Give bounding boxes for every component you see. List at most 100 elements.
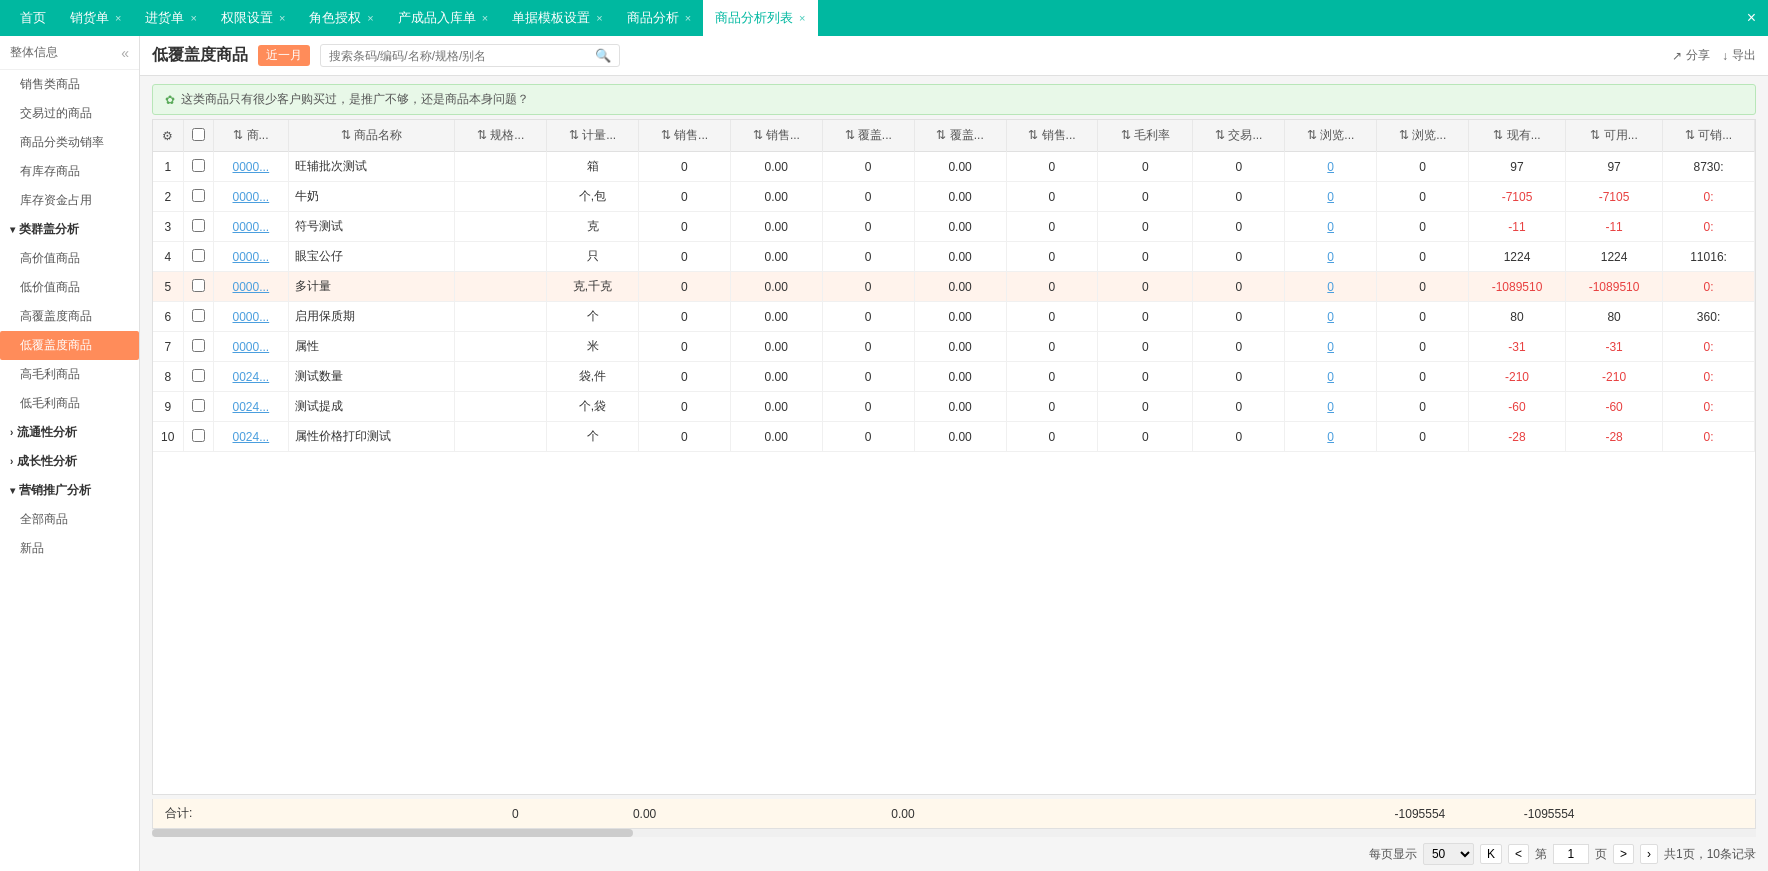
row-checkbox[interactable] [192,159,205,172]
nav-tab-production[interactable]: 产成品入库单 × [386,0,500,36]
row-browse1[interactable]: 0 [1285,302,1377,332]
row-check[interactable] [183,392,213,422]
row-checkbox[interactable] [192,339,205,352]
sort-icon[interactable]: ⇅ [233,128,243,142]
row-browse1[interactable]: 0 [1285,182,1377,212]
row-checkbox[interactable] [192,249,205,262]
nav-tab-home[interactable]: 首页 [8,0,58,36]
time-filter-button[interactable]: 近一月 [258,45,310,66]
sidebar-item-low-margin[interactable]: 低毛利商品 [0,389,139,418]
sort-icon[interactable]: ⇅ [1493,128,1503,142]
sort-icon[interactable]: ⇅ [1590,128,1600,142]
prev-page-button[interactable]: < [1508,844,1529,864]
nav-tab-permission[interactable]: 权限设置 × [209,0,297,36]
close-icon[interactable]: × [190,12,196,24]
sidebar-section-flow[interactable]: › 流通性分析 [0,418,139,447]
row-checkbox[interactable] [192,279,205,292]
search-input[interactable] [329,49,595,63]
sidebar-item-category-sales-rate[interactable]: 商品分类动销率 [0,128,139,157]
sidebar-item-all-goods[interactable]: 全部商品 [0,505,139,534]
row-checkbox[interactable] [192,309,205,322]
row-check[interactable] [183,272,213,302]
nav-tab-analysis-list[interactable]: 商品分析列表 × [703,0,817,36]
nav-tab-sales[interactable]: 销货单 × [58,0,133,36]
sort-icon[interactable]: ⇅ [1399,128,1409,142]
row-checkbox[interactable] [192,399,205,412]
sort-icon[interactable]: ⇅ [845,128,855,142]
horizontal-scrollbar[interactable] [152,829,1756,837]
window-close-button[interactable]: × [1743,5,1760,31]
per-page-select[interactable]: 50 100 200 [1423,843,1474,865]
nav-tab-analysis[interactable]: 商品分析 × [615,0,703,36]
close-icon[interactable]: × [367,12,373,24]
row-check[interactable] [183,422,213,452]
row-checkbox[interactable] [192,189,205,202]
row-check[interactable] [183,212,213,242]
sidebar-section-marketing[interactable]: ▾ 营销推广分析 [0,476,139,505]
sidebar-header[interactable]: 整体信息 « [0,36,139,70]
row-browse1[interactable]: 0 [1285,152,1377,182]
row-check[interactable] [183,362,213,392]
nav-tab-role[interactable]: 角色授权 × [297,0,385,36]
sort-icon[interactable]: ⇅ [341,128,351,142]
share-button[interactable]: ↗ 分享 [1672,47,1710,64]
sidebar-item-high-value[interactable]: 高价值商品 [0,244,139,273]
sidebar-item-low-value[interactable]: 低价值商品 [0,273,139,302]
search-icon[interactable]: 🔍 [595,48,611,63]
sort-icon[interactable]: ⇅ [1028,128,1038,142]
export-button[interactable]: ↓ 导出 [1722,47,1756,64]
row-browse1[interactable]: 0 [1285,212,1377,242]
page-number-input[interactable] [1553,844,1589,864]
row-browse1[interactable]: 0 [1285,272,1377,302]
row-check[interactable] [183,152,213,182]
sort-icon[interactable]: ⇅ [569,128,579,142]
close-icon[interactable]: × [482,12,488,24]
sort-icon[interactable]: ⇅ [1307,128,1317,142]
close-icon[interactable]: × [596,12,602,24]
data-table-container[interactable]: ⚙ ⇅ 商... ⇅ 商品名称 ⇅ 规格... ⇅ 计量... ⇅ 销售... … [152,119,1756,795]
row-check[interactable] [183,302,213,332]
sidebar-item-low-coverage[interactable]: 低覆盖度商品 [0,331,139,360]
last-page-button[interactable]: › [1640,844,1658,864]
row-check[interactable] [183,242,213,272]
sidebar-item-stocked-goods[interactable]: 有库存商品 [0,157,139,186]
sort-icon[interactable]: ⇅ [477,128,487,142]
sort-icon[interactable]: ⇅ [1215,128,1225,142]
row-checkbox[interactable] [192,369,205,382]
sort-icon[interactable]: ⇅ [936,128,946,142]
nav-tab-purchase[interactable]: 进货单 × [133,0,208,36]
sidebar-item-new-goods[interactable]: 新品 [0,534,139,563]
sidebar-item-traded-goods[interactable]: 交易过的商品 [0,99,139,128]
row-checkbox[interactable] [192,429,205,442]
sidebar-item-high-margin[interactable]: 高毛利商品 [0,360,139,389]
sidebar-item-sales-goods[interactable]: 销售类商品 [0,70,139,99]
sort-icon[interactable]: ⇅ [1121,128,1131,142]
row-browse1[interactable]: 0 [1285,362,1377,392]
row-checkbox[interactable] [192,219,205,232]
row-browse1[interactable]: 0 [1285,332,1377,362]
sort-icon[interactable]: ⇅ [753,128,763,142]
row-browse1[interactable]: 0 [1285,242,1377,272]
sort-icon[interactable]: ⇅ [1685,128,1695,142]
row-check[interactable] [183,182,213,212]
close-icon[interactable]: × [799,12,805,24]
close-icon[interactable]: × [685,12,691,24]
row-browse1[interactable]: 0 [1285,422,1377,452]
row-browse1[interactable]: 0 [1285,392,1377,422]
close-icon[interactable]: × [115,12,121,24]
sidebar-item-inventory-capital[interactable]: 库存资金占用 [0,186,139,215]
next-page-button[interactable]: > [1613,844,1634,864]
column-settings[interactable]: ⚙ [153,120,183,152]
collapse-icon[interactable]: « [121,45,129,61]
nav-tab-template[interactable]: 单据模板设置 × [500,0,614,36]
select-all-checkbox[interactable] [192,128,205,141]
close-icon[interactable]: × [279,12,285,24]
scrollbar-thumb[interactable] [152,829,633,837]
sidebar-section-growth[interactable]: › 成长性分析 [0,447,139,476]
row-check[interactable] [183,332,213,362]
first-page-button[interactable]: K [1480,844,1502,864]
sort-icon[interactable]: ⇅ [661,128,671,142]
sidebar-item-high-coverage[interactable]: 高覆盖度商品 [0,302,139,331]
row-saleable: 0: [1663,182,1755,212]
sidebar-section-coverage[interactable]: ▾ 类群盖分析 [0,215,139,244]
